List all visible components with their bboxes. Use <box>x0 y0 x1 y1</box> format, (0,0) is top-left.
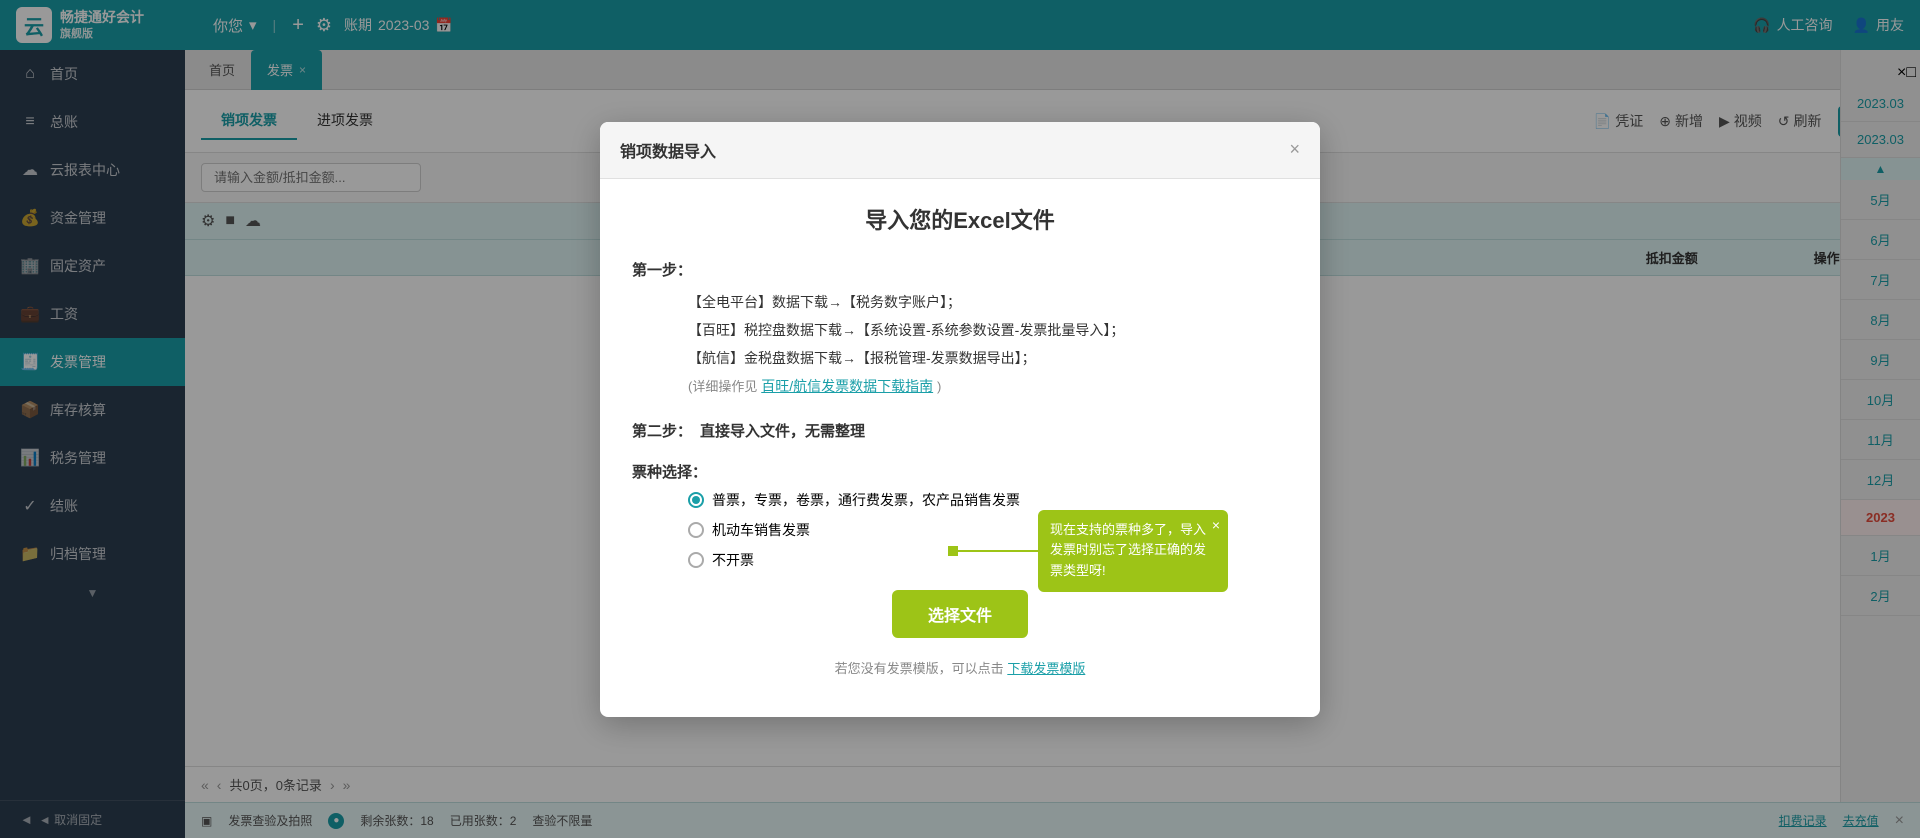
modal-footer: 若您没有发票模版，可以点击 下载发票模版 <box>632 658 1288 693</box>
download-guide-link[interactable]: 百旺/航信发票数据下载指南 <box>761 378 933 394</box>
step1-title: 第一步： <box>632 259 1288 280</box>
radio-motor[interactable]: 机动车销售发票 × 现在支持的票种多了，导入发票时别忘了选择正确的发票类型呀! <box>688 520 1288 540</box>
step1-block: 第一步： 【全电平台】数据下载→【税务数字账户】； 【百旺】税控盘数据下载→【系… <box>632 259 1288 400</box>
tooltip-container: × 现在支持的票种多了，导入发票时别忘了选择正确的发票类型呀! <box>948 510 1228 592</box>
modal-header: 销项数据导入 × <box>600 122 1320 179</box>
select-file-btn[interactable]: 选择文件 <box>892 590 1028 638</box>
modal-overlay: 销项数据导入 × 导入您的Excel文件 第一步： 【全电平台】数据下载→【税务… <box>0 0 1920 838</box>
radio-general-circle <box>688 492 704 508</box>
radio-motor-circle <box>688 522 704 538</box>
download-template-link[interactable]: 下载发票模版 <box>1007 661 1085 676</box>
ticket-select-title: 票种选择： <box>632 461 1288 482</box>
step1-hint: (详细操作见 百旺/航信发票数据下载指南 ) <box>688 372 1288 400</box>
modal-subtitle: 导入您的Excel文件 <box>632 203 1288 235</box>
step2-title: 第二步： 直接导入文件，无需整理 <box>632 420 1288 441</box>
tooltip-dot <box>948 546 958 556</box>
tooltip-close-btn[interactable]: × <box>1212 514 1220 536</box>
modal-title: 销项数据导入 <box>620 138 716 162</box>
tooltip-bubble: × 现在支持的票种多了，导入发票时别忘了选择正确的发票类型呀! <box>1038 510 1228 592</box>
modal-close-btn[interactable]: × <box>1289 139 1300 160</box>
step1-content: 【全电平台】数据下载→【税务数字账户】； 【百旺】税控盘数据下载→【系统设置-系… <box>688 288 1288 400</box>
ticket-select-block: 票种选择： 普票，专票，卷票，通行费发票，农产品销售发票 机动车销售发票 <box>632 461 1288 570</box>
tooltip-line <box>958 550 1038 552</box>
radio-group: 普票，专票，卷票，通行费发票，农产品销售发票 机动车销售发票 × 现在支持的票 <box>688 490 1288 570</box>
step2-block: 第二步： 直接导入文件，无需整理 <box>632 420 1288 441</box>
modal-body: 导入您的Excel文件 第一步： 【全电平台】数据下载→【税务数字账户】； 【百… <box>600 179 1320 717</box>
import-modal: 销项数据导入 × 导入您的Excel文件 第一步： 【全电平台】数据下载→【税务… <box>600 122 1320 717</box>
radio-no-ticket-circle <box>688 552 704 568</box>
radio-general[interactable]: 普票，专票，卷票，通行费发票，农产品销售发票 <box>688 490 1288 510</box>
